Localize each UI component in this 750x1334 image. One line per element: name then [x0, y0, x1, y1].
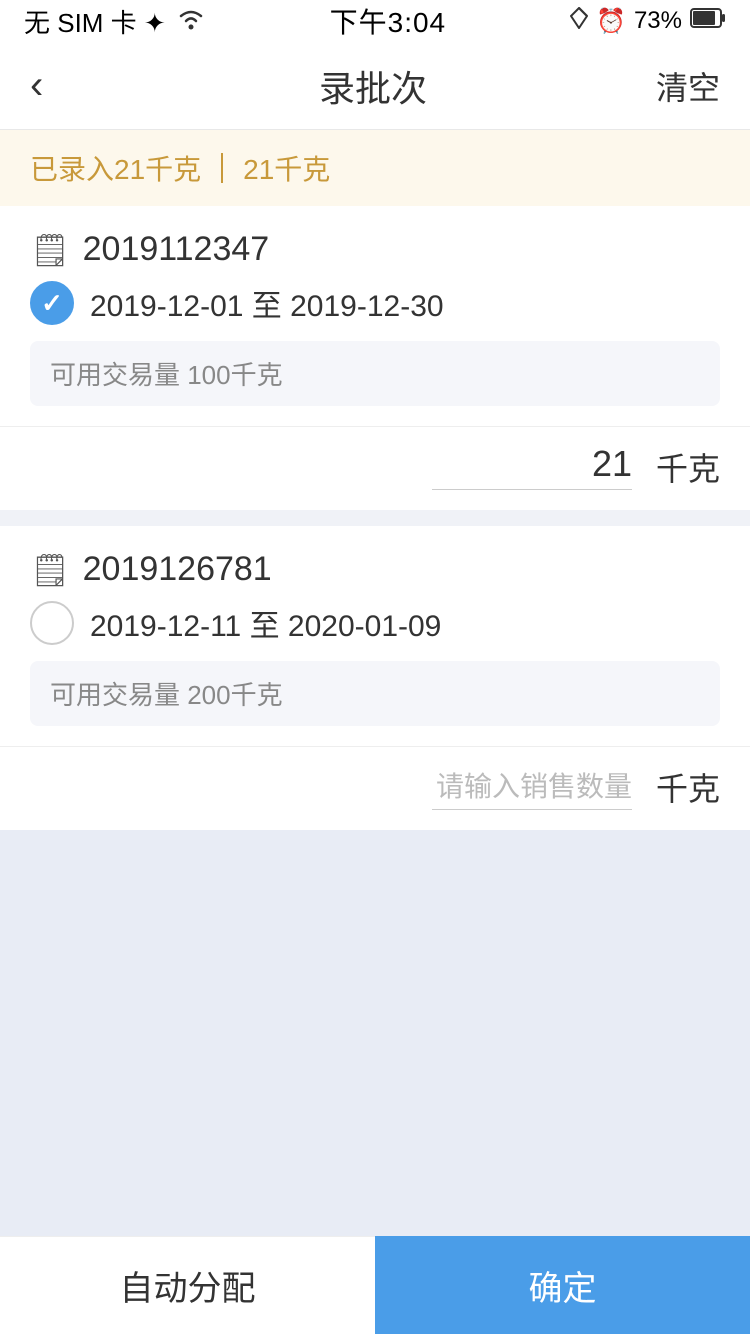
quantity-input-1[interactable]	[432, 443, 632, 485]
no-sim-text: 无 SIM 卡 ✦	[24, 3, 166, 40]
location-icon	[570, 7, 588, 36]
status-bar: 无 SIM 卡 ✦ 下午3:04 ⏰ 73%	[0, 0, 750, 42]
card-separator	[0, 510, 750, 526]
quantity-unit-1: 千克	[656, 444, 720, 490]
batch-header-2: 🗒 2019126781	[0, 526, 750, 597]
battery-text: 73%	[634, 7, 682, 35]
batch-available-2: 可用交易量 200千克	[30, 661, 720, 726]
radio-2[interactable]	[30, 601, 74, 645]
clear-button[interactable]: 清空	[656, 63, 720, 109]
quantity-input-wrapper-2[interactable]	[30, 763, 632, 810]
status-left: 无 SIM 卡 ✦	[24, 3, 206, 40]
batch-card-1: 🗒 2019112347 2019-12-01 至 2019-12-30 可用交…	[0, 206, 750, 510]
batch-date-row-2[interactable]: 2019-12-11 至 2020-01-09	[0, 597, 750, 657]
radio-1[interactable]	[30, 281, 74, 325]
quantity-row-2: 千克	[0, 746, 750, 830]
empty-area	[0, 830, 750, 1236]
page-title: 录批次	[319, 60, 427, 112]
quantity-input-2[interactable]	[432, 763, 632, 805]
back-button[interactable]: ‹	[30, 63, 90, 108]
quantity-input-wrapper-1[interactable]	[30, 443, 632, 490]
batch-header-1: 🗒 2019112347	[0, 206, 750, 277]
batch-date-1: 2019-12-01 至 2019-12-30	[90, 281, 444, 325]
nav-bar: ‹ 录批次 清空	[0, 42, 750, 130]
quantity-row-1: 千克	[0, 426, 750, 510]
batch-doc-icon-2: 🗒	[30, 551, 71, 589]
summary-value: 21千克	[243, 148, 330, 188]
batch-card-2: 🗒 2019126781 2019-12-11 至 2020-01-09 可用交…	[0, 526, 750, 830]
batch-date-row-1[interactable]: 2019-12-01 至 2019-12-30	[0, 277, 750, 337]
auto-distribute-button[interactable]: 自动分配	[0, 1236, 375, 1334]
batch-id-2: 2019126781	[83, 550, 272, 589]
input-underline-1	[432, 489, 632, 490]
quantity-unit-2: 千克	[656, 764, 720, 810]
batch-date-2: 2019-12-11 至 2020-01-09	[90, 601, 441, 645]
alarm-icon: ⏰	[596, 7, 626, 36]
status-right: ⏰ 73%	[570, 7, 726, 36]
confirm-button[interactable]: 确定	[375, 1236, 750, 1334]
recorded-label: 已录入21千克	[30, 148, 201, 188]
status-time: 下午3:04	[330, 1, 447, 41]
batch-available-1: 可用交易量 100千克	[30, 341, 720, 406]
summary-banner: 已录入21千克 21千克	[0, 130, 750, 206]
wifi-icon	[176, 6, 206, 37]
bottom-buttons: 自动分配 确定	[0, 1236, 750, 1334]
batch-doc-icon-1: 🗒	[30, 231, 71, 269]
input-underline-2	[432, 809, 632, 810]
battery-icon	[690, 7, 726, 35]
summary-divider	[221, 153, 223, 183]
batch-id-1: 2019112347	[83, 230, 270, 269]
